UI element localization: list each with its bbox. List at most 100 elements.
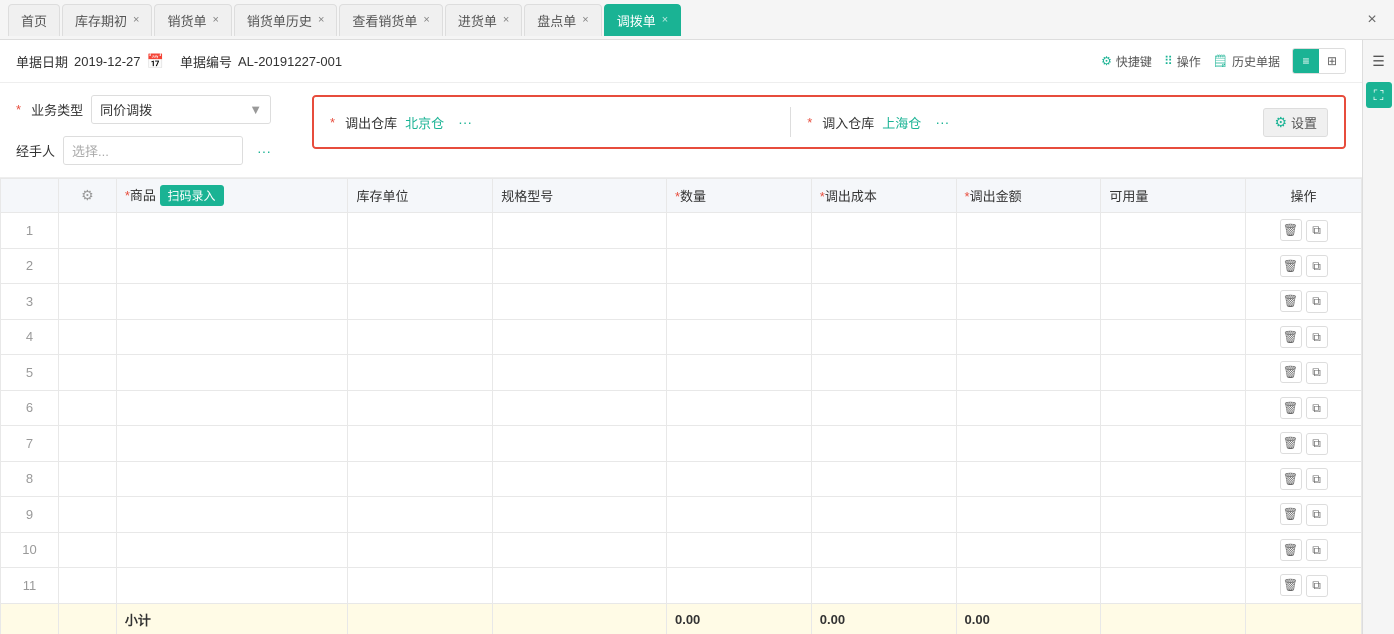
col-settings-icon[interactable]: ⚙ [81, 187, 94, 203]
transfer-out-label: 调出仓库 [345, 113, 397, 132]
tab-inventory-init-label: 库存期初 [75, 11, 127, 30]
tab-inventory-init-close[interactable]: × [133, 14, 139, 26]
delete-row-4[interactable]: 🗑 [1280, 326, 1302, 348]
business-type-select[interactable]: 同价调拨 ▼ [91, 95, 271, 124]
tab-purchase-label: 进货单 [458, 11, 497, 30]
table-header-row: ⚙ *商品 扫码录入 库存单位 规格型号 *数量 *调出成本 *调出金额 可用量… [1, 179, 1362, 213]
copy-row-9[interactable]: ⧉ [1306, 504, 1328, 526]
row-num: 8 [1, 461, 59, 497]
tab-inventory-check[interactable]: 盘点单 × [524, 4, 601, 36]
tab-purchase[interactable]: 进货单 × [445, 4, 522, 36]
delete-row-6[interactable]: 🗑 [1280, 397, 1302, 419]
row-num: 7 [1, 426, 59, 462]
toolbar: 单据日期 2019-12-27 📅 单据编号 AL-20191227-001 ⚙… [0, 40, 1362, 83]
business-type-label: 业务类型 [31, 100, 83, 119]
col-settings-header[interactable]: ⚙ [58, 179, 116, 213]
view-grid-button[interactable]: ⊞ [1319, 49, 1345, 73]
tab-view-sales-close[interactable]: × [423, 14, 429, 26]
col-cost-header: *调出成本 [811, 179, 956, 213]
table-row: 8 🗑⧉ [1, 461, 1362, 497]
col-ops-header: 操作 [1246, 179, 1362, 213]
table-container: ⚙ *商品 扫码录入 库存单位 规格型号 *数量 *调出成本 *调出金额 可用量… [0, 178, 1362, 634]
delete-row-11[interactable]: 🗑 [1280, 574, 1302, 596]
form-left: * 业务类型 同价调拨 ▼ 经手人 选择... ··· [16, 95, 296, 165]
calendar-icon[interactable]: 📅 [147, 53, 164, 70]
delete-row-8[interactable]: 🗑 [1280, 468, 1302, 490]
number-label: 单据编号 [180, 52, 232, 71]
copy-row-6[interactable]: ⧉ [1306, 397, 1328, 419]
copy-row-1[interactable]: ⧉ [1306, 220, 1328, 242]
delete-row-3[interactable]: 🗑 [1280, 290, 1302, 312]
tab-transfer[interactable]: 调拨单 × [604, 4, 681, 36]
transfer-out-required: * [330, 115, 335, 130]
row-num: 4 [1, 319, 59, 355]
tab-sales-order[interactable]: 销货单 × [154, 4, 231, 36]
copy-row-7[interactable]: ⧉ [1306, 433, 1328, 455]
copy-row-4[interactable]: ⧉ [1306, 326, 1328, 348]
copy-row-8[interactable]: ⧉ [1306, 468, 1328, 490]
delete-row-2[interactable]: 🗑 [1280, 255, 1302, 277]
settings-button[interactable]: ⚙ 设置 [1263, 108, 1328, 137]
shortcut-button[interactable]: ⚙ 快捷键 [1101, 53, 1152, 70]
date-field-group: 单据日期 2019-12-27 📅 [16, 52, 164, 71]
col-num-header [1, 179, 59, 213]
handler-select[interactable]: 选择... [63, 136, 243, 165]
tab-sales-history[interactable]: 销货单历史 × [234, 4, 337, 36]
sidebar-expand-icon: ⛶ [1374, 87, 1384, 104]
sidebar-list-button[interactable]: ☰ [1366, 48, 1392, 74]
delete-row-9[interactable]: 🗑 [1280, 503, 1302, 525]
copy-row-3[interactable]: ⧉ [1306, 291, 1328, 313]
tab-purchase-close[interactable]: × [503, 14, 509, 26]
copy-row-5[interactable]: ⧉ [1306, 362, 1328, 384]
transfer-out-more[interactable]: ··· [458, 114, 472, 130]
subtotal-label: 小计 [116, 603, 348, 634]
settings-gear-icon: ⚙ [1274, 114, 1287, 131]
transfer-in-more[interactable]: ··· [935, 114, 949, 130]
delete-row-1[interactable]: 🗑 [1280, 219, 1302, 241]
row-num: 1 [1, 213, 59, 249]
business-type-value: 同价调拨 [100, 100, 152, 119]
history-button[interactable]: 🗒 历史单据 [1213, 53, 1280, 70]
table-row: 2🗑⧉ [1, 248, 1362, 284]
delete-row-7[interactable]: 🗑 [1280, 432, 1302, 454]
transfer-in-value[interactable]: 上海仓 [882, 113, 921, 132]
tab-sales-history-close[interactable]: × [318, 14, 324, 26]
tab-home-label: 首页 [21, 11, 47, 30]
col-unit-header: 库存单位 [348, 179, 493, 213]
transfer-in-group: * 调入仓库 上海仓 ··· [807, 113, 1251, 132]
table-row: 7 🗑⧉ [1, 426, 1362, 462]
operation-button[interactable]: ⠿ 操作 [1164, 53, 1201, 70]
sidebar-expand-button[interactable]: ⛶ [1366, 82, 1392, 108]
operation-icon: ⠿ [1164, 54, 1173, 68]
row-num: 10 [1, 532, 59, 568]
scan-button[interactable]: 扫码录入 [160, 185, 224, 206]
history-icon: 🗒 [1213, 54, 1228, 68]
tab-sales-order-close[interactable]: × [212, 14, 218, 26]
table-row: 6🗑⧉ [1, 390, 1362, 426]
window-close-button[interactable]: × [1358, 6, 1386, 34]
copy-row-11[interactable]: ⧉ [1306, 575, 1328, 597]
view-toggle: ≡ ⊞ [1292, 48, 1346, 74]
date-value[interactable]: 2019-12-27 [74, 54, 141, 69]
right-sidebar: ☰ ⛶ [1362, 40, 1394, 634]
shortcut-icon: ⚙ [1101, 54, 1112, 68]
tab-inventory-check-close[interactable]: × [582, 14, 588, 26]
copy-row-10[interactable]: ⧉ [1306, 539, 1328, 561]
sidebar-list-icon: ☰ [1372, 53, 1385, 70]
subtotal-row: 小计 0.00 0.00 0.00 [1, 603, 1362, 634]
tab-view-sales[interactable]: 查看销货单 × [339, 4, 442, 36]
handler-more[interactable]: ··· [257, 143, 271, 159]
col-spec-header: 规格型号 [493, 179, 667, 213]
settings-label: 设置 [1291, 113, 1317, 132]
transfer-out-value[interactable]: 北京仓 [405, 113, 444, 132]
delete-row-5[interactable]: 🗑 [1280, 361, 1302, 383]
tab-home[interactable]: 首页 [8, 4, 60, 36]
view-list-button[interactable]: ≡ [1293, 49, 1319, 73]
business-type-arrow: ▼ [249, 102, 262, 117]
tab-transfer-close[interactable]: × [662, 14, 668, 26]
business-type-field: * 业务类型 同价调拨 ▼ [16, 95, 296, 124]
col-avail-header: 可用量 [1101, 179, 1246, 213]
tab-inventory-init[interactable]: 库存期初 × [62, 4, 152, 36]
copy-row-2[interactable]: ⧉ [1306, 255, 1328, 277]
delete-row-10[interactable]: 🗑 [1280, 539, 1302, 561]
